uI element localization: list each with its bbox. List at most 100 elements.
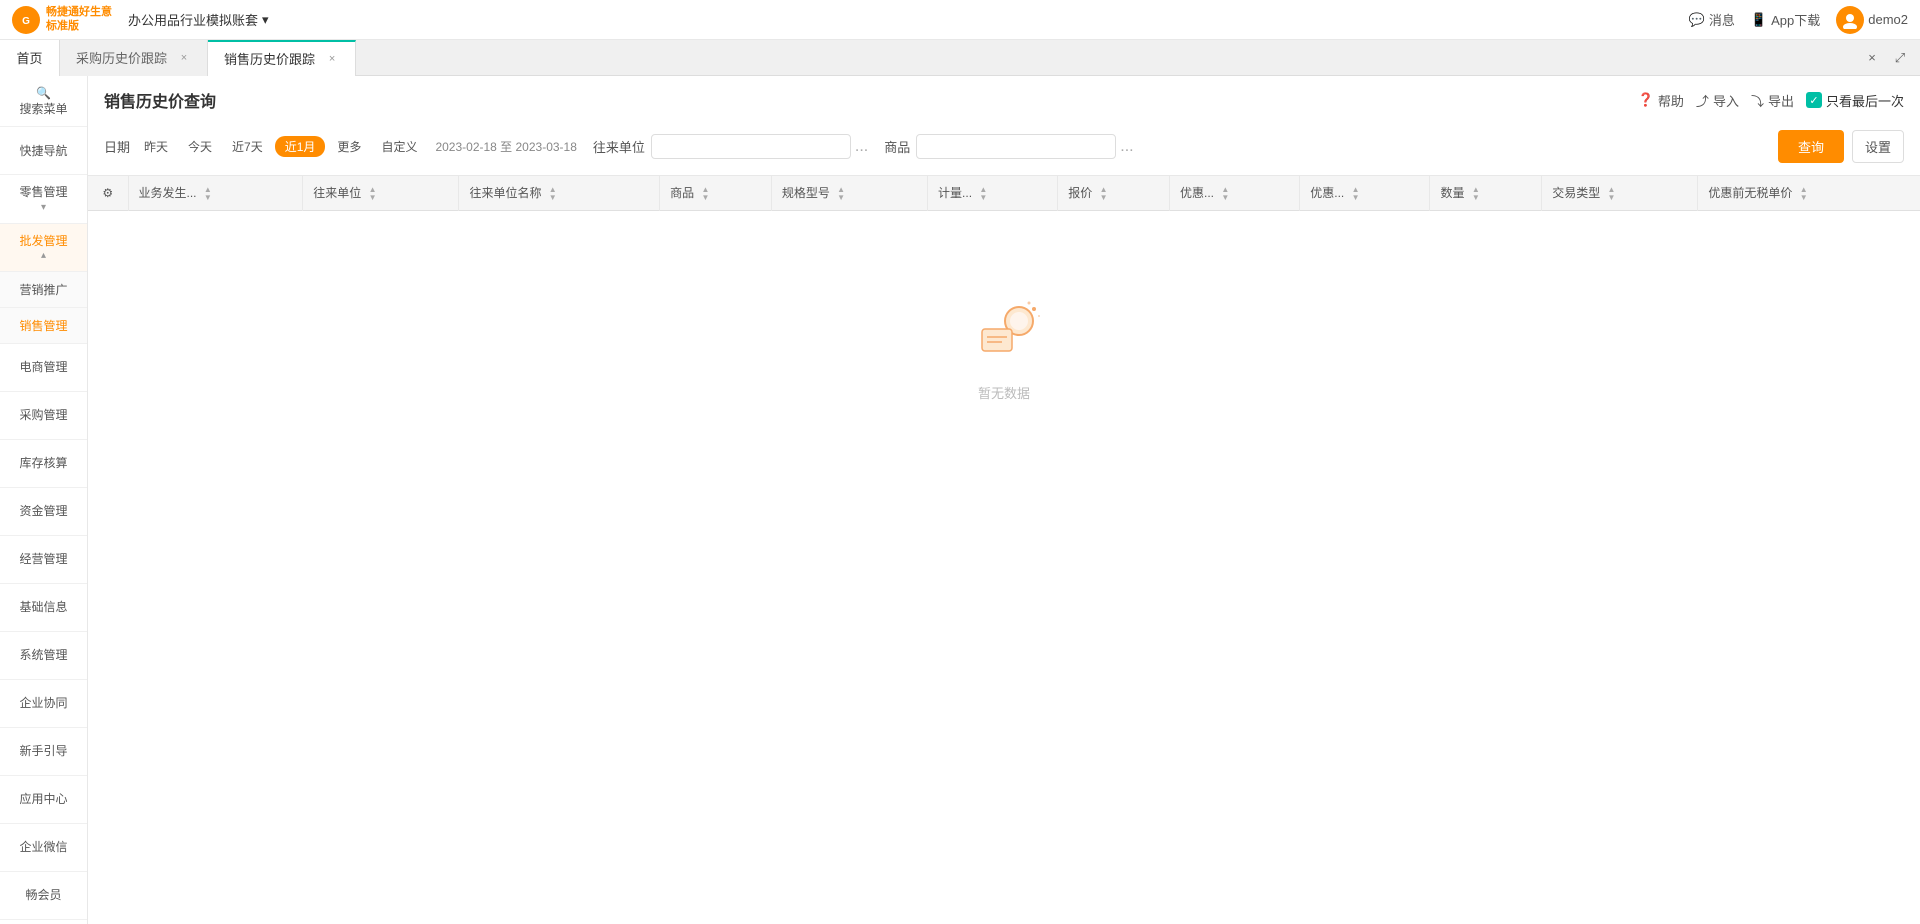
- import-btn[interactable]: ⤴ 导入: [1696, 91, 1739, 110]
- sidebar-item-wholesale[interactable]: 批发管理 ▴: [0, 224, 87, 272]
- th-spec[interactable]: 规格型号 ▲ ▼: [771, 176, 927, 210]
- sidebar-item-retail[interactable]: 零售管理 ▾: [0, 175, 87, 223]
- goods-dots[interactable]: ...: [1120, 138, 1133, 156]
- th-goods[interactable]: 商品 ▲ ▼: [660, 176, 772, 210]
- tab-home-label: 首页: [16, 48, 42, 67]
- sidebar-item-search[interactable]: 🔍 搜索菜单: [0, 76, 87, 127]
- filter-actions: 查询 设置: [1778, 130, 1904, 163]
- date-btn-yesterday[interactable]: 昨天: [136, 136, 176, 157]
- sidebar: 🔍 搜索菜单 快捷导航 零售管理 ▾ 批发管理 ▴ 营销推广 销售管理 电商管理…: [0, 76, 88, 924]
- sidebar-item-new-guide[interactable]: 新手引导: [0, 728, 87, 776]
- company-dropdown-icon: ▾: [262, 12, 269, 28]
- date-btn-today[interactable]: 今天: [180, 136, 220, 157]
- th-partner-name[interactable]: 往来单位名称 ▲ ▼: [459, 176, 660, 210]
- tab-purchase-history-close[interactable]: ×: [177, 51, 191, 65]
- only-last-wrapper[interactable]: ✓ 只看最后一次: [1806, 91, 1904, 110]
- sort-partner-name-icon: ▲ ▼: [549, 186, 557, 202]
- sort-discount2-icon: ▲ ▼: [1352, 186, 1360, 202]
- sidebar-item-quick-nav[interactable]: 快捷导航: [0, 127, 87, 175]
- tab-purchase-history[interactable]: 采购历史价跟踪 ×: [60, 40, 208, 76]
- date-buttons: 昨天 今天 近7天 近1月 更多 自定义: [136, 136, 425, 157]
- user-menu[interactable]: demo2: [1836, 6, 1908, 34]
- sidebar-item-basic-info[interactable]: 基础信息: [0, 584, 87, 632]
- sort-partner-code-icon: ▲ ▼: [369, 186, 377, 202]
- app-download-btn[interactable]: 📱 App下载: [1751, 10, 1820, 29]
- setting-button[interactable]: 设置: [1852, 130, 1904, 163]
- app-download-icon: 📱: [1751, 12, 1767, 28]
- settings-icon[interactable]: ⚙: [102, 186, 113, 200]
- sort-goods-icon: ▲ ▼: [701, 186, 709, 202]
- tab-home[interactable]: 首页: [0, 40, 60, 76]
- partner-label: 往来单位: [593, 137, 645, 156]
- sidebar-item-marketing[interactable]: 营销推广: [0, 272, 87, 308]
- goods-input[interactable]: [916, 134, 1116, 159]
- header-left: G 畅捷通好生意 标准版 办公用品行业模拟账套 ▾: [12, 6, 277, 34]
- th-trade-type[interactable]: 交易类型 ▲ ▼: [1542, 176, 1698, 210]
- sidebar-item-finance[interactable]: 资金管理: [0, 488, 87, 536]
- close-all-tabs-btn[interactable]: ×: [1860, 46, 1884, 70]
- sidebar-item-app-center[interactable]: 应用中心: [0, 776, 87, 824]
- partner-dots[interactable]: ...: [855, 138, 868, 156]
- query-button[interactable]: 查询: [1778, 130, 1844, 163]
- th-unit[interactable]: 计量... ▲ ▼: [928, 176, 1058, 210]
- help-icon: ❓: [1638, 92, 1654, 108]
- th-partner-code[interactable]: 往来单位 ▲ ▼: [303, 176, 459, 210]
- sidebar-item-member[interactable]: 畅会员: [0, 872, 87, 920]
- partner-filter-group: 往来单位 ...: [593, 134, 868, 159]
- data-table: ⚙ 业务发生... ▲ ▼ 往来单位 ▲: [88, 176, 1920, 211]
- date-range-text: 2023-02-18 至 2023-03-18: [435, 138, 576, 155]
- sidebar-item-sales-mgmt[interactable]: 销售管理: [0, 308, 87, 344]
- message-btn[interactable]: 💬 消息: [1689, 10, 1735, 29]
- date-btn-1month[interactable]: 近1月: [275, 136, 326, 157]
- company-selector[interactable]: 办公用品行业模拟账套 ▾: [120, 6, 277, 33]
- goods-input-wrap: ...: [916, 134, 1133, 159]
- empty-state: 暂无数据: [88, 211, 1920, 482]
- top-header: G 畅捷通好生意 标准版 办公用品行业模拟账套 ▾ 💬 消息 📱 App下载 d…: [0, 0, 1920, 40]
- th-quoted-price[interactable]: 报价 ▲ ▼: [1058, 176, 1170, 210]
- date-btn-custom[interactable]: 自定义: [373, 136, 425, 157]
- sidebar-item-inventory[interactable]: 库存核算: [0, 440, 87, 488]
- tab-bar: 首页 采购历史价跟踪 × 销售历史价跟踪 × × ⤢: [0, 40, 1920, 76]
- sort-discount1-icon: ▲ ▼: [1221, 186, 1229, 202]
- export-btn[interactable]: ⤵ 导出: [1751, 91, 1794, 110]
- th-discount2[interactable]: 优惠... ▲ ▼: [1300, 176, 1430, 210]
- th-biz-date[interactable]: 业务发生... ▲ ▼: [128, 176, 303, 210]
- sort-trade-type-icon: ▲ ▼: [1608, 186, 1616, 202]
- main-layout: 🔍 搜索菜单 快捷导航 零售管理 ▾ 批发管理 ▴ 营销推广 销售管理 电商管理…: [0, 76, 1920, 924]
- th-discount1[interactable]: 优惠... ▲ ▼: [1169, 176, 1299, 210]
- sidebar-item-system[interactable]: 系统管理: [0, 632, 87, 680]
- sidebar-item-enterprise-collab[interactable]: 企业协同: [0, 680, 87, 728]
- logo-text: 畅捷通好生意 标准版: [46, 6, 112, 32]
- partner-input[interactable]: [651, 134, 851, 159]
- only-last-checkbox[interactable]: ✓: [1806, 92, 1822, 108]
- sidebar-item-enterprise-wechat[interactable]: 企业微信: [0, 824, 87, 872]
- fullscreen-btn[interactable]: ⤢: [1888, 46, 1912, 70]
- message-icon: 💬: [1689, 12, 1705, 28]
- sort-biz-date-icon: ▲ ▼: [204, 186, 212, 202]
- sidebar-item-operations[interactable]: 经营管理: [0, 536, 87, 584]
- tab-bar-actions: × ⤢: [1860, 46, 1920, 70]
- th-pretax-price[interactable]: 优惠前无税单价 ▲ ▼: [1698, 176, 1920, 210]
- page-actions: ❓ 帮助 ⤴ 导入 ⤵ 导出 ✓ 只看最后一次: [1638, 91, 1904, 110]
- goods-filter-group: 商品 ...: [884, 134, 1133, 159]
- app-logo-icon: G: [12, 6, 40, 34]
- goods-label: 商品: [884, 137, 910, 156]
- th-settings[interactable]: ⚙: [88, 176, 128, 210]
- export-icon: ⤵: [1751, 91, 1764, 110]
- user-name: demo2: [1868, 12, 1908, 27]
- help-btn[interactable]: ❓ 帮助: [1638, 91, 1684, 110]
- import-icon: ⤴: [1696, 91, 1709, 110]
- date-btn-7days[interactable]: 近7天: [224, 136, 271, 157]
- user-avatar: [1836, 6, 1864, 34]
- retail-arrow-icon: ▾: [41, 202, 46, 213]
- date-btn-more[interactable]: 更多: [329, 136, 369, 157]
- sidebar-item-purchase[interactable]: 采购管理: [0, 392, 87, 440]
- sort-spec-icon: ▲ ▼: [837, 186, 845, 202]
- date-filter-group: 日期 昨天 今天 近7天 近1月 更多 自定义 2023-02-18 至 202…: [104, 136, 577, 157]
- tab-sales-history-close[interactable]: ×: [325, 52, 339, 66]
- sidebar-item-ecommerce[interactable]: 电商管理: [0, 344, 87, 392]
- page-header: 销售历史价查询 ❓ 帮助 ⤴ 导入 ⤵ 导出 ✓: [88, 76, 1920, 176]
- th-quantity[interactable]: 数量 ▲ ▼: [1430, 176, 1542, 210]
- tab-sales-history[interactable]: 销售历史价跟踪 ×: [208, 40, 356, 76]
- table-container: ⚙ 业务发生... ▲ ▼ 往来单位 ▲: [88, 176, 1920, 924]
